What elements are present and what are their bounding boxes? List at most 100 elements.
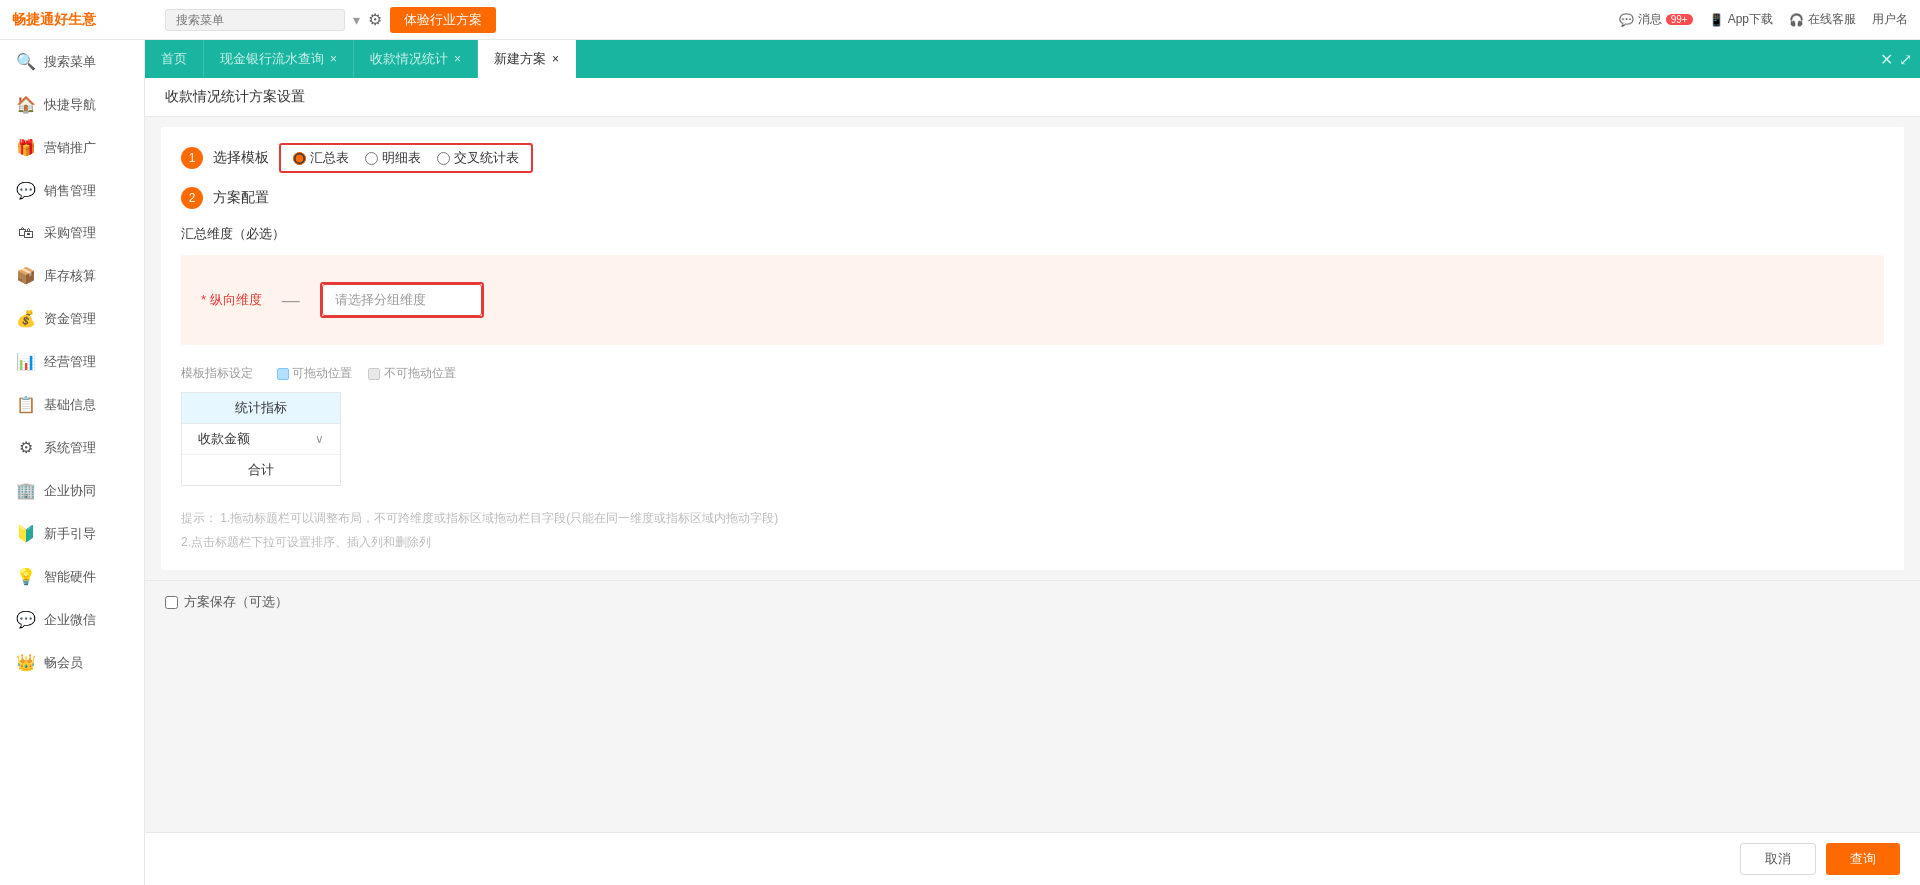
hint-2: 2.点击标题栏下拉可设置排序、插入列和删除列 xyxy=(181,530,1884,554)
sidebar-item-wechat[interactable]: 💬 企业微信 xyxy=(0,598,144,641)
sidebar-item-basic-info[interactable]: 📋 基础信息 xyxy=(0,383,144,426)
menu-search-input[interactable] xyxy=(165,9,345,31)
trial-button[interactable]: 体验行业方案 xyxy=(390,7,496,33)
tab-new-plan[interactable]: 新建方案 × xyxy=(478,40,576,78)
sidebar-item-purchase[interactable]: 🛍 采购管理 xyxy=(0,212,144,254)
maximize-window-icon[interactable]: ⤢ xyxy=(1899,50,1912,69)
tab-receipts-close[interactable]: × xyxy=(454,52,461,66)
step2-title: 方案配置 xyxy=(213,189,269,207)
template-option-cross[interactable]: 交叉统计表 xyxy=(437,149,519,167)
sidebar-item-quick-nav[interactable]: 🏠 快捷导航 xyxy=(0,83,144,126)
sidebar-item-cooperation[interactable]: 🏢 企业协同 xyxy=(0,469,144,512)
page-title: 收款情况统计方案设置 xyxy=(165,88,305,104)
support-icon: 🎧 xyxy=(1789,13,1804,27)
page-body: 收款情况统计方案设置 1 选择模板 汇总表 xyxy=(145,78,1920,832)
sidebar-item-label: 企业微信 xyxy=(44,611,96,629)
sidebar-item-finance[interactable]: 💰 资金管理 xyxy=(0,297,144,340)
gift-icon: 🎁 xyxy=(16,138,36,157)
guide-icon: 🔰 xyxy=(16,524,36,543)
window-controls: ✕ ⤢ xyxy=(1872,40,1920,78)
crown-icon: 👑 xyxy=(16,653,36,672)
home-icon: 🏠 xyxy=(16,95,36,114)
user-name: 用户名 xyxy=(1872,11,1908,28)
search-icon: 🔍 xyxy=(16,52,36,71)
save-checkbox[interactable] xyxy=(165,596,178,609)
sidebar-item-system[interactable]: ⚙ 系统管理 xyxy=(0,426,144,469)
sidebar-item-label: 采购管理 xyxy=(44,224,96,242)
tab-new-plan-label: 新建方案 xyxy=(494,50,546,68)
template-radio-cross[interactable] xyxy=(437,152,450,165)
step1-row: 1 选择模板 汇总表 明细表 xyxy=(181,143,1884,173)
message-icon: 💬 xyxy=(1619,13,1634,27)
dimension-area: * 纵向维度 — 请选择分组维度 xyxy=(181,255,1884,345)
sidebar-item-label: 系统管理 xyxy=(44,439,96,457)
cancel-button[interactable]: 取消 xyxy=(1740,843,1816,875)
sidebar-item-operations[interactable]: 📊 经营管理 xyxy=(0,340,144,383)
metrics-header-text: 统计指标 xyxy=(235,400,287,415)
tab-bar: 首页 现金银行流水查询 × 收款情况统计 × 新建方案 × ✕ ⤢ xyxy=(145,40,1920,78)
tab-home-label: 首页 xyxy=(161,50,187,68)
save-checkbox-label: 方案保存（可选） xyxy=(184,593,288,611)
metrics-cell-label: 收款金额 xyxy=(198,430,250,448)
tab-new-plan-close[interactable]: × xyxy=(552,52,559,66)
download-tool[interactable]: 📱 App下载 xyxy=(1709,11,1773,28)
step1-title: 选择模板 xyxy=(213,149,269,167)
page-title-bar: 收款情况统计方案设置 xyxy=(145,78,1920,117)
sidebar-item-label: 销售管理 xyxy=(44,182,96,200)
hardware-icon: 💡 xyxy=(16,567,36,586)
sidebar-item-label: 基础信息 xyxy=(44,396,96,414)
bottom-save-area: 方案保存（可选） xyxy=(145,580,1920,623)
clipboard-icon: 📋 xyxy=(16,395,36,414)
tab-receipts[interactable]: 收款情况统计 × xyxy=(354,40,478,78)
metrics-header: 统计指标 xyxy=(182,393,340,424)
template-radio-summary[interactable] xyxy=(293,152,306,165)
sidebar-item-sales[interactable]: 💬 销售管理 xyxy=(0,169,144,212)
main-layout: 🔍 搜索菜单 🏠 快捷导航 🎁 营销推广 💬 销售管理 🛍 采购管理 📦 库存核… xyxy=(0,40,1920,885)
template-select-box: 汇总表 明细表 交叉统计表 xyxy=(279,143,533,173)
settings-button[interactable]: ⚙ xyxy=(368,10,382,29)
user-info[interactable]: 用户名 xyxy=(1872,11,1908,28)
sidebar-item-inventory[interactable]: 📦 库存核算 xyxy=(0,254,144,297)
tab-bank-close[interactable]: × xyxy=(330,52,337,66)
chevron-down-icon[interactable]: ∨ xyxy=(315,432,324,446)
step2-circle: 2 xyxy=(181,187,203,209)
hint-1: 提示： 1.拖动标题栏可以调整布局，不可跨维度或指标区域拖动栏目字段(只能在同一… xyxy=(181,506,1884,530)
support-tool[interactable]: 🎧 在线客服 xyxy=(1789,11,1856,28)
template-option-summary[interactable]: 汇总表 xyxy=(293,149,349,167)
draggable-legend: 可拖动位置 xyxy=(277,365,352,382)
sidebar-item-marketing[interactable]: 🎁 营销推广 xyxy=(0,126,144,169)
step2-row: 2 方案配置 xyxy=(181,187,1884,209)
non-draggable-legend: 不可拖动位置 xyxy=(368,365,455,382)
chart-icon: 📊 xyxy=(16,352,36,371)
metrics-footer-text: 合计 xyxy=(248,462,274,477)
query-button[interactable]: 查询 xyxy=(1826,843,1900,875)
box-icon: 📦 xyxy=(16,266,36,285)
download-icon: 📱 xyxy=(1709,13,1724,27)
vertical-dim-select[interactable]: 请选择分组维度 xyxy=(322,284,482,316)
message-tool[interactable]: 💬 消息 99+ xyxy=(1619,11,1693,28)
sidebar-item-member[interactable]: 👑 畅会员 xyxy=(0,641,144,684)
sidebar-item-label: 搜索菜单 xyxy=(44,53,96,71)
building-icon: 🏢 xyxy=(16,481,36,500)
vertical-dim-label: * 纵向维度 xyxy=(201,291,262,309)
sidebar-item-hardware[interactable]: 💡 智能硬件 xyxy=(0,555,144,598)
sidebar-item-guide[interactable]: 🔰 新手引导 xyxy=(0,512,144,555)
search-icon: ▾ xyxy=(353,12,360,28)
sidebar-item-search[interactable]: 🔍 搜索菜单 xyxy=(0,40,144,83)
metrics-table: 统计指标 收款金额 ∨ 合计 xyxy=(181,392,341,486)
sidebar-item-label: 营销推广 xyxy=(44,139,96,157)
metrics-cell-amount[interactable]: 收款金额 ∨ xyxy=(182,424,340,455)
template-option-detail[interactable]: 明细表 xyxy=(365,149,421,167)
drag-legend: 模板指标设定 可拖动位置 不可拖动位置 xyxy=(181,365,1884,382)
message-badge: 99+ xyxy=(1666,14,1693,25)
sidebar: 🔍 搜索菜单 🏠 快捷导航 🎁 营销推广 💬 销售管理 🛍 采购管理 📦 库存核… xyxy=(0,40,145,885)
tab-bank[interactable]: 现金银行流水查询 × xyxy=(204,40,354,78)
close-window-icon[interactable]: ✕ xyxy=(1880,50,1893,69)
tab-home[interactable]: 首页 xyxy=(145,40,204,78)
template-radio-detail[interactable] xyxy=(365,152,378,165)
dimension-section-title: 汇总维度（必选） xyxy=(181,225,1884,243)
template-detail-label: 明细表 xyxy=(382,149,421,167)
tab-receipts-label: 收款情况统计 xyxy=(370,50,448,68)
sidebar-item-label: 资金管理 xyxy=(44,310,96,328)
footer-actions: 取消 查询 xyxy=(145,832,1920,885)
